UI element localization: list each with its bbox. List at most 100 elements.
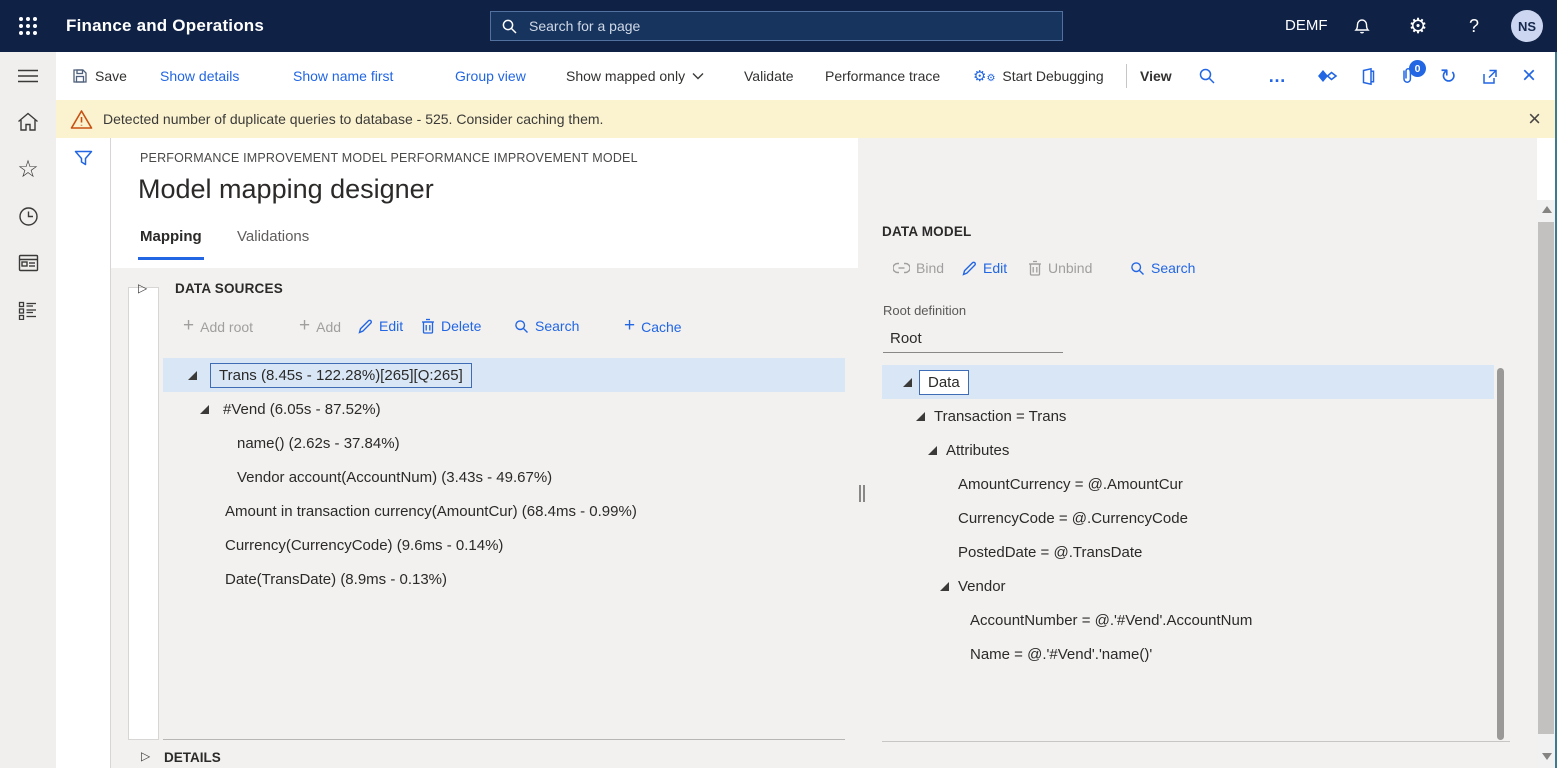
banner-close-icon[interactable]: × xyxy=(1528,100,1541,138)
show-name-first-button[interactable]: Show name first xyxy=(293,52,393,100)
expanded-triangle-icon[interactable] xyxy=(188,371,197,380)
start-debugging-button[interactable]: ⚙⚙ Start Debugging xyxy=(973,52,1104,100)
expanded-triangle-icon[interactable] xyxy=(903,378,912,387)
tree-row[interactable]: Currency(CurrencyCode) (9.6ms - 0.14%) xyxy=(163,528,845,562)
tree-row[interactable]: Trans (8.45s - 122.28%)[265][Q:265] xyxy=(163,358,845,392)
tree-node-label[interactable]: Transaction = Trans xyxy=(934,408,1066,425)
tree-row[interactable]: Vendor account(AccountNum) (3.43s - 49.6… xyxy=(163,460,845,494)
action-search-icon[interactable] xyxy=(1198,52,1216,100)
expanded-triangle-icon[interactable] xyxy=(200,405,209,414)
add-root-button[interactable]: + Add root xyxy=(183,318,253,335)
tree-row[interactable]: Name = @.'#Vend'.'name()' xyxy=(882,637,1494,671)
tree-row[interactable]: Attributes xyxy=(882,433,1494,467)
group-view-button[interactable]: Group view xyxy=(455,52,526,100)
expanded-triangle-icon[interactable] xyxy=(940,582,949,591)
filter-funnel-icon[interactable] xyxy=(74,150,93,169)
data-model-header: DATA MODEL xyxy=(882,224,972,239)
panel-splitter-handle[interactable] xyxy=(859,485,867,502)
tree-node-label[interactable]: Name = @.'#Vend'.'name()' xyxy=(970,646,1152,663)
waffle-menu-icon[interactable] xyxy=(12,10,44,42)
tree-row[interactable]: name() (2.62s - 37.84%) xyxy=(163,426,845,460)
details-chevron-icon[interactable]: ▷ xyxy=(141,749,150,763)
tree-node-label[interactable]: AccountNumber = @.'#Vend'.AccountNum xyxy=(970,612,1252,629)
tree-node-label[interactable]: #Vend (6.05s - 87.52%) xyxy=(223,401,381,418)
help-icon[interactable]: ? xyxy=(1456,0,1492,52)
save-button[interactable]: Save xyxy=(72,52,127,100)
attachments-paperclip-icon[interactable]: 0 xyxy=(1398,52,1416,100)
workspaces-icon[interactable] xyxy=(0,245,56,281)
company-selector[interactable]: DEMF xyxy=(1285,0,1328,52)
collapse-chevron-icon[interactable]: ▷ xyxy=(138,281,147,295)
bind-button[interactable]: Bind xyxy=(893,260,944,276)
tree-row[interactable]: AccountNumber = @.'#Vend'.AccountNum xyxy=(882,603,1494,637)
tree-row[interactable]: Vendor xyxy=(882,569,1494,603)
show-mapped-only-dropdown[interactable]: Show mapped only xyxy=(566,52,704,100)
tree-node-label[interactable]: Amount in transaction currency(AmountCur… xyxy=(225,503,637,520)
tree-row[interactable]: PostedDate = @.TransDate xyxy=(882,535,1494,569)
more-options-button[interactable]: … xyxy=(1268,52,1288,100)
edit-button[interactable]: Edit xyxy=(358,318,403,334)
search-icon xyxy=(1130,261,1145,276)
scrollbar-down-arrow[interactable] xyxy=(1542,753,1552,760)
pencil-icon xyxy=(358,319,373,334)
settings-gear-icon[interactable]: ⚙ xyxy=(1400,0,1436,52)
open-in-new-window-icon[interactable] xyxy=(1480,52,1499,100)
save-icon xyxy=(72,68,88,84)
app-title: Finance and Operations xyxy=(66,0,264,52)
add-button[interactable]: + Add xyxy=(299,318,341,335)
validate-button[interactable]: Validate xyxy=(744,52,794,100)
delete-button[interactable]: Delete xyxy=(421,318,481,334)
tree-node-label[interactable]: AmountCurrency = @.AmountCur xyxy=(958,476,1183,493)
hamburger-menu-icon[interactable] xyxy=(0,58,56,94)
refresh-icon[interactable]: ↻ xyxy=(1440,52,1457,100)
close-page-icon[interactable]: × xyxy=(1522,52,1536,100)
tree-row[interactable]: Transaction = Trans xyxy=(882,399,1494,433)
tree-node-label[interactable]: Currency(CurrencyCode) (9.6ms - 0.14%) xyxy=(225,537,503,554)
filter-pane-column xyxy=(56,138,111,768)
tab-mapping[interactable]: Mapping xyxy=(140,228,202,245)
tree-row[interactable]: #Vend (6.05s - 87.52%) xyxy=(163,392,845,426)
expanded-triangle-icon[interactable] xyxy=(928,446,937,455)
performance-trace-button[interactable]: Performance trace xyxy=(825,52,940,100)
notifications-bell-icon[interactable] xyxy=(1344,0,1380,52)
tree-node-label[interactable]: CurrencyCode = @.CurrencyCode xyxy=(958,510,1188,527)
scrollbar-up-arrow[interactable] xyxy=(1542,206,1552,213)
tree-row[interactable]: AmountCurrency = @.AmountCur xyxy=(882,467,1494,501)
tree-node-label[interactable]: Data xyxy=(919,370,969,395)
breadcrumb-caption: PERFORMANCE IMPROVEMENT MODEL PERFORMANC… xyxy=(140,151,638,165)
tree-row[interactable]: Date(TransDate) (8.9ms - 0.13%) xyxy=(163,562,845,596)
tree-row[interactable]: Data xyxy=(882,365,1494,399)
user-avatar[interactable]: NS xyxy=(1511,10,1543,42)
modules-list-icon[interactable] xyxy=(0,292,56,328)
page-scrollbar-thumb[interactable] xyxy=(1538,222,1554,734)
tree-node-label[interactable]: Trans (8.45s - 122.28%)[265][Q:265] xyxy=(210,363,472,388)
tree-node-label[interactable]: Vendor account(AccountNum) (3.43s - 49.6… xyxy=(237,469,552,486)
tree-node-label[interactable]: name() (2.62s - 37.84%) xyxy=(237,435,400,452)
tree-row[interactable]: CurrencyCode = @.CurrencyCode xyxy=(882,501,1494,535)
show-details-button[interactable]: Show details xyxy=(160,52,239,100)
dm-edit-button[interactable]: Edit xyxy=(962,260,1007,276)
tree-node-label[interactable]: Date(TransDate) (8.9ms - 0.13%) xyxy=(225,571,447,588)
data-sources-collapse-strip[interactable] xyxy=(128,287,159,740)
details-section-label[interactable]: DETAILS xyxy=(164,750,221,765)
tab-validations[interactable]: Validations xyxy=(237,228,309,245)
page-search-box[interactable] xyxy=(490,11,1063,41)
unbind-button[interactable]: Unbind xyxy=(1028,260,1092,276)
ds-search-button[interactable]: Search xyxy=(514,318,579,334)
view-menu-button[interactable]: View xyxy=(1140,52,1172,100)
diamonds-icon[interactable] xyxy=(1316,52,1338,100)
tree-node-label[interactable]: Attributes xyxy=(946,442,1009,459)
favorites-star-icon[interactable]: ☆ xyxy=(0,152,56,188)
data-model-scrollbar-thumb[interactable] xyxy=(1497,368,1504,740)
open-in-office-icon[interactable] xyxy=(1358,52,1377,100)
dm-search-button[interactable]: Search xyxy=(1130,260,1195,276)
tree-node-label[interactable]: PostedDate = @.TransDate xyxy=(958,544,1142,561)
expanded-triangle-icon[interactable] xyxy=(916,412,925,421)
tree-node-label[interactable]: Vendor xyxy=(958,578,1006,595)
page-search-input[interactable] xyxy=(527,17,1052,35)
tree-row[interactable]: Amount in transaction currency(AmountCur… xyxy=(163,494,845,528)
cache-button[interactable]: + Cache xyxy=(624,318,682,335)
home-icon[interactable] xyxy=(0,104,56,140)
root-definition-value[interactable]: Root xyxy=(890,330,922,347)
recent-clock-icon[interactable] xyxy=(0,198,56,234)
